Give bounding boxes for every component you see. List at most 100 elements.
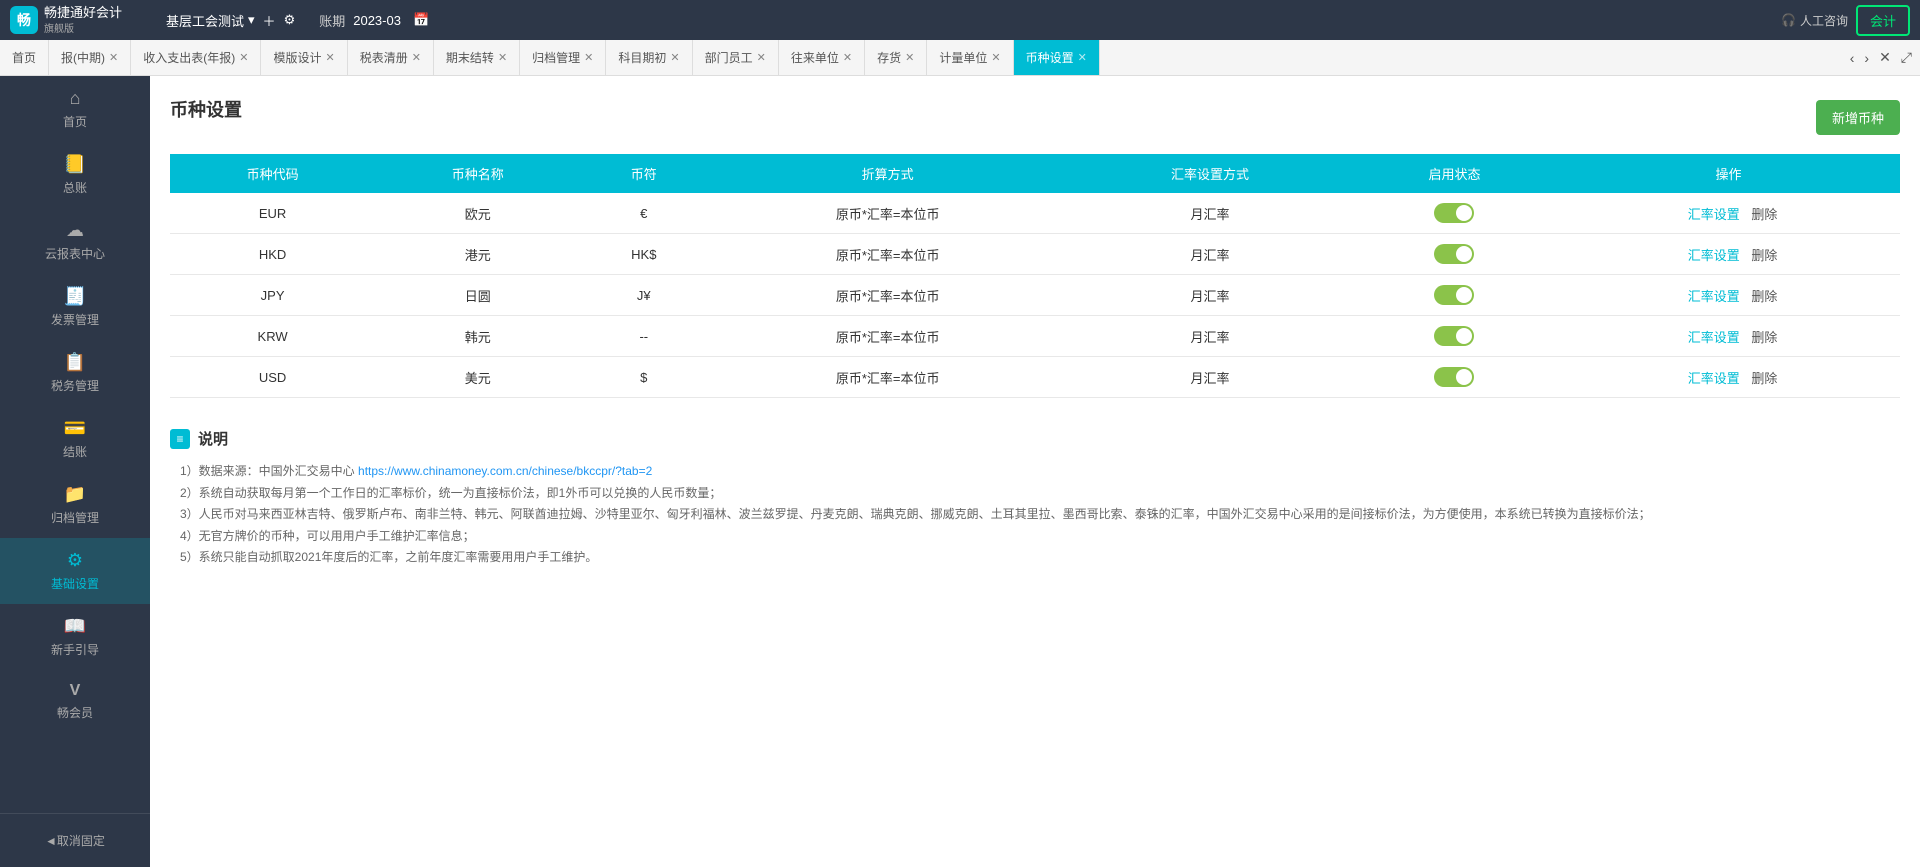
close-annual-report-icon[interactable]: ✕ <box>239 51 248 64</box>
reports-icon: ☁ <box>66 220 84 241</box>
rate-settings-link-3[interactable]: 汇率设置 <box>1688 330 1740 345</box>
guide-icon: 📖 <box>64 616 86 637</box>
cell-code-3: KRW <box>170 316 375 357</box>
tab-period-transfer[interactable]: 期末结转 ✕ <box>434 40 520 76</box>
tax-icon: 📋 <box>64 352 86 373</box>
cell-name-4: 美元 <box>375 357 580 398</box>
cell-status-3[interactable] <box>1352 316 1557 357</box>
delete-link-3[interactable]: 删除 <box>1751 330 1777 345</box>
tab-archive[interactable]: 归档管理 ✕ <box>520 40 606 76</box>
rate-settings-link-2[interactable]: 汇率设置 <box>1688 289 1740 304</box>
cell-status-1[interactable] <box>1352 234 1557 275</box>
tab-unit[interactable]: 计量单位 ✕ <box>927 40 1013 76</box>
tab-mid-report[interactable]: 报(中期) ✕ <box>49 40 131 76</box>
cell-rate-type-1: 月汇率 <box>1068 234 1352 275</box>
sidebar-item-reports[interactable]: ☁ 云报表中心 <box>0 208 150 274</box>
sidebar-archive-label: 归档管理 <box>51 509 99 526</box>
toggle-switch-4[interactable] <box>1434 367 1474 387</box>
tab-annual-report-label: 收入支出表(年报) <box>143 49 235 66</box>
sidebar-item-tax[interactable]: 📋 税务管理 <box>0 340 150 406</box>
app-name: 畅捷通好会计 <box>44 5 122 21</box>
calendar-icon[interactable]: 📅 <box>413 12 429 28</box>
cell-code-4: USD <box>170 357 375 398</box>
tab-prev-button[interactable]: ‹ <box>1846 46 1859 70</box>
org-settings-icon[interactable]: ⚙ <box>284 12 296 28</box>
tab-close-all-button[interactable]: ✕ <box>1875 45 1895 70</box>
sidebar-item-settings[interactable]: ⚙ 基础设置 <box>0 538 150 604</box>
delete-link-1[interactable]: 删除 <box>1751 248 1777 263</box>
close-mid-report-icon[interactable]: ✕ <box>109 51 118 64</box>
cell-status-2[interactable] <box>1352 275 1557 316</box>
cell-symbol-1: HK$ <box>580 234 707 275</box>
note-item-5: 5）系统只能自动抓取2021年度后的汇率，之前年度汇率需要用用户手工维护。 <box>180 547 1900 569</box>
delete-link-2[interactable]: 删除 <box>1751 289 1777 304</box>
tab-annual-report[interactable]: 收入支出表(年报) ✕ <box>131 40 261 76</box>
tab-dept-staff[interactable]: 部门员工 ✕ <box>693 40 779 76</box>
close-template-icon[interactable]: ✕ <box>325 51 334 64</box>
add-org-icon[interactable]: ＋ <box>263 11 276 30</box>
org-selector[interactable]: 基层工会测试 ▾ ＋ ⚙ <box>158 7 303 34</box>
tab-inventory-label: 存货 <box>877 49 901 66</box>
close-currency-icon[interactable]: ✕ <box>1078 51 1087 64</box>
app-version: 旗舰版 <box>44 20 122 35</box>
toggle-switch-3[interactable] <box>1434 326 1474 346</box>
tab-next-button[interactable]: › <box>1860 46 1873 70</box>
tab-template-label: 模版设计 <box>273 49 321 66</box>
tab-inventory[interactable]: 存货 ✕ <box>865 40 927 76</box>
toggle-switch-2[interactable] <box>1434 285 1474 305</box>
note-item-1: 1）数据来源：中国外汇交易中心 https://www.chinamoney.c… <box>180 461 1900 483</box>
sidebar-item-archive[interactable]: 📁 归档管理 <box>0 472 150 538</box>
logo-area: 畅 畅捷通好会计 旗舰版 <box>10 5 150 36</box>
cell-symbol-2: J¥ <box>580 275 707 316</box>
tab-home[interactable]: 首页 <box>0 40 49 76</box>
sidebar-reports-label: 云报表中心 <box>45 245 105 262</box>
home-icon: ⌂ <box>70 88 81 109</box>
close-subject-init-icon[interactable]: ✕ <box>670 51 679 64</box>
app-logo-icon: 畅 <box>10 6 38 34</box>
close-tax-clear-icon[interactable]: ✕ <box>412 51 421 64</box>
help-button[interactable]: 🎧 人工咨询 <box>1781 12 1848 29</box>
close-unit-icon[interactable]: ✕ <box>991 51 1000 64</box>
tab-template[interactable]: 模版设计 ✕ <box>261 40 347 76</box>
close-dept-staff-icon[interactable]: ✕ <box>757 51 766 64</box>
close-period-transfer-icon[interactable]: ✕ <box>498 51 507 64</box>
headset-icon: 🎧 <box>1781 13 1796 27</box>
page-title: 币种设置 <box>170 96 242 122</box>
top-right-actions: 🎧 人工咨询 会计 <box>1781 5 1910 36</box>
tab-actions: ‹ › ✕ ⤢ <box>1842 45 1920 70</box>
sidebar-item-home[interactable]: ⌂ 首页 <box>0 76 150 142</box>
cell-status-4[interactable] <box>1352 357 1557 398</box>
toggle-switch-1[interactable] <box>1434 244 1474 264</box>
rate-settings-link-1[interactable]: 汇率设置 <box>1688 248 1740 263</box>
table-row: USD 美元 $ 原币*汇率=本位币 月汇率 汇率设置 删除 <box>170 357 1900 398</box>
rate-settings-link-4[interactable]: 汇率设置 <box>1688 371 1740 386</box>
tab-contacts[interactable]: 往来单位 ✕ <box>779 40 865 76</box>
sidebar-item-member[interactable]: V 畅会员 <box>0 670 150 733</box>
close-inventory-icon[interactable]: ✕ <box>905 51 914 64</box>
kuaiji-button[interactable]: 会计 <box>1856 5 1910 36</box>
note-item-3: 3）人民币对马来西亚林吉特、俄罗斯卢布、南非兰特、韩元、阿联酋迪拉姆、沙特里亚尔… <box>180 504 1900 526</box>
sidebar-item-ledger[interactable]: 📒 总账 <box>0 142 150 208</box>
unpin-button[interactable]: ◄取消固定 <box>0 824 150 857</box>
tab-currency[interactable]: 币种设置 ✕ <box>1014 40 1100 76</box>
sidebar-invoice-label: 发票管理 <box>51 311 99 328</box>
sidebar-bottom: ◄取消固定 <box>0 813 150 867</box>
sidebar-item-guide[interactable]: 📖 新手引导 <box>0 604 150 670</box>
tab-expand-button[interactable]: ⤢ <box>1897 45 1916 70</box>
close-contacts-icon[interactable]: ✕ <box>843 51 852 64</box>
cell-status-0[interactable] <box>1352 193 1557 234</box>
sidebar-item-checkout[interactable]: 💳 结账 <box>0 406 150 472</box>
notes-icon: ≡ <box>170 429 190 449</box>
tab-subject-init[interactable]: 科目期初 ✕ <box>606 40 692 76</box>
sidebar-item-invoice[interactable]: 🧾 发票管理 <box>0 274 150 340</box>
close-archive-icon[interactable]: ✕ <box>584 51 593 64</box>
delete-link-0[interactable]: 删除 <box>1751 207 1777 222</box>
tab-tax-clear[interactable]: 税表清册 ✕ <box>348 40 434 76</box>
toggle-switch-0[interactable] <box>1434 203 1474 223</box>
rate-settings-link-0[interactable]: 汇率设置 <box>1688 207 1740 222</box>
col-rate-type: 汇率设置方式 <box>1068 154 1352 193</box>
period-value: 2023-03 <box>353 13 401 28</box>
chinamoney-link[interactable]: https://www.chinamoney.com.cn/chinese/bk… <box>358 464 652 478</box>
delete-link-4[interactable]: 删除 <box>1751 371 1777 386</box>
new-currency-button[interactable]: 新增币种 <box>1816 100 1900 135</box>
